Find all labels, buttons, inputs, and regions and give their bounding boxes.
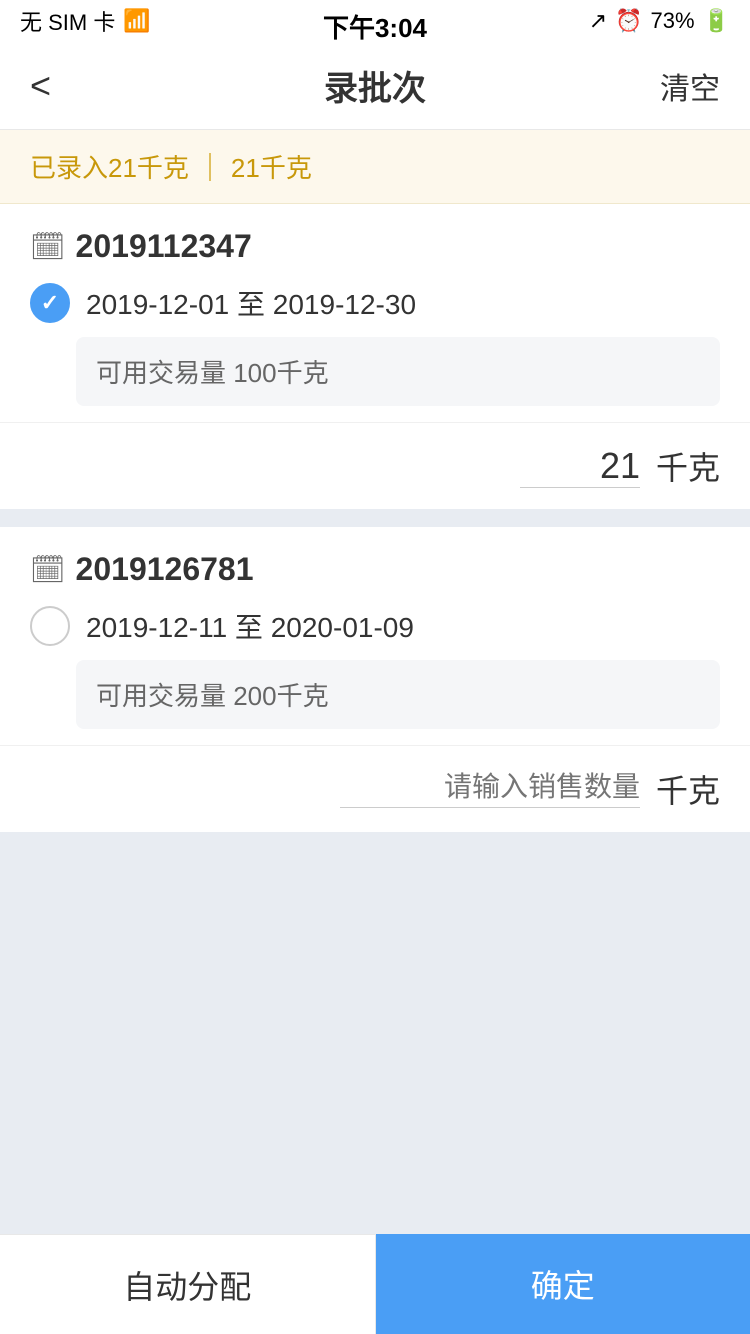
- nav-bar: < 录批次 清空: [0, 42, 750, 130]
- info-banner: 已录入21千克 21千克: [0, 130, 750, 204]
- quantity-display-1: 21: [520, 445, 640, 488]
- status-left: 无 SIM 卡 📶: [20, 5, 151, 37]
- item-id-2: 2019126781: [76, 551, 254, 588]
- battery-icon: 🔋: [703, 8, 730, 34]
- unit-label-2: 千克: [656, 766, 720, 812]
- availability-1: 可用交易量 100千克: [76, 337, 720, 406]
- item-card-1: 🗓 2019112347 2019-12-01 至 2019-12-30 可用交…: [0, 204, 750, 509]
- item-header-1: 🗓 2019112347: [0, 204, 750, 275]
- info-value: 21千克: [231, 148, 312, 185]
- document-icon-2: 🗓: [30, 553, 66, 586]
- quantity-row-1: 21 千克: [0, 422, 750, 509]
- quantity-input-2[interactable]: [340, 771, 640, 803]
- status-bar: 无 SIM 卡 📶 下午3:04 ↗ ⏰ 73% 🔋: [0, 0, 750, 42]
- info-divider: [209, 153, 211, 181]
- item-header-2: 🗓 2019126781: [0, 527, 750, 598]
- battery-percent: 73%: [651, 8, 695, 34]
- content-area: 已录入21千克 21千克 🗓 2019112347 2019-12-01 至 2…: [0, 130, 750, 1292]
- quantity-unit-1: 千克: [656, 443, 720, 489]
- card-divider: [0, 509, 750, 527]
- quantity-number-1: 21: [600, 445, 640, 486]
- availability-2: 可用交易量 200千克: [76, 660, 720, 729]
- clear-button[interactable]: 清空: [660, 64, 720, 108]
- location-icon: ↗: [589, 8, 607, 34]
- date-range-1: 2019-12-01 至 2019-12-30: [86, 283, 416, 323]
- input-underline-2: [340, 771, 640, 808]
- item-date-row-1[interactable]: 2019-12-01 至 2019-12-30: [0, 275, 750, 337]
- date-range-2: 2019-12-11 至 2020-01-09: [86, 606, 414, 646]
- empty-space: [0, 832, 750, 1292]
- back-button[interactable]: <: [30, 65, 51, 107]
- input-row-2: 千克: [0, 745, 750, 832]
- auto-distribute-button[interactable]: 自动分配: [0, 1234, 376, 1334]
- bottom-bar: 自动分配 确定: [0, 1234, 750, 1334]
- confirm-button[interactable]: 确定: [376, 1234, 750, 1334]
- status-time: 下午3:04: [323, 8, 427, 45]
- radio-button-1[interactable]: [30, 283, 70, 323]
- item-date-row-2[interactable]: 2019-12-11 至 2020-01-09: [0, 598, 750, 660]
- item-card-2: 🗓 2019126781 2019-12-11 至 2020-01-09 可用交…: [0, 527, 750, 832]
- wifi-icon: 📶: [123, 8, 150, 34]
- carrier-label: 无 SIM 卡: [20, 5, 115, 37]
- document-icon-1: 🗓: [30, 230, 66, 263]
- recorded-label: 已录入21千克: [30, 148, 189, 185]
- alarm-icon: ⏰: [615, 8, 642, 34]
- status-right: ↗ ⏰ 73% 🔋: [589, 8, 730, 34]
- radio-button-2[interactable]: [30, 606, 70, 646]
- item-id-1: 2019112347: [76, 228, 252, 265]
- page-title: 录批次: [324, 61, 426, 110]
